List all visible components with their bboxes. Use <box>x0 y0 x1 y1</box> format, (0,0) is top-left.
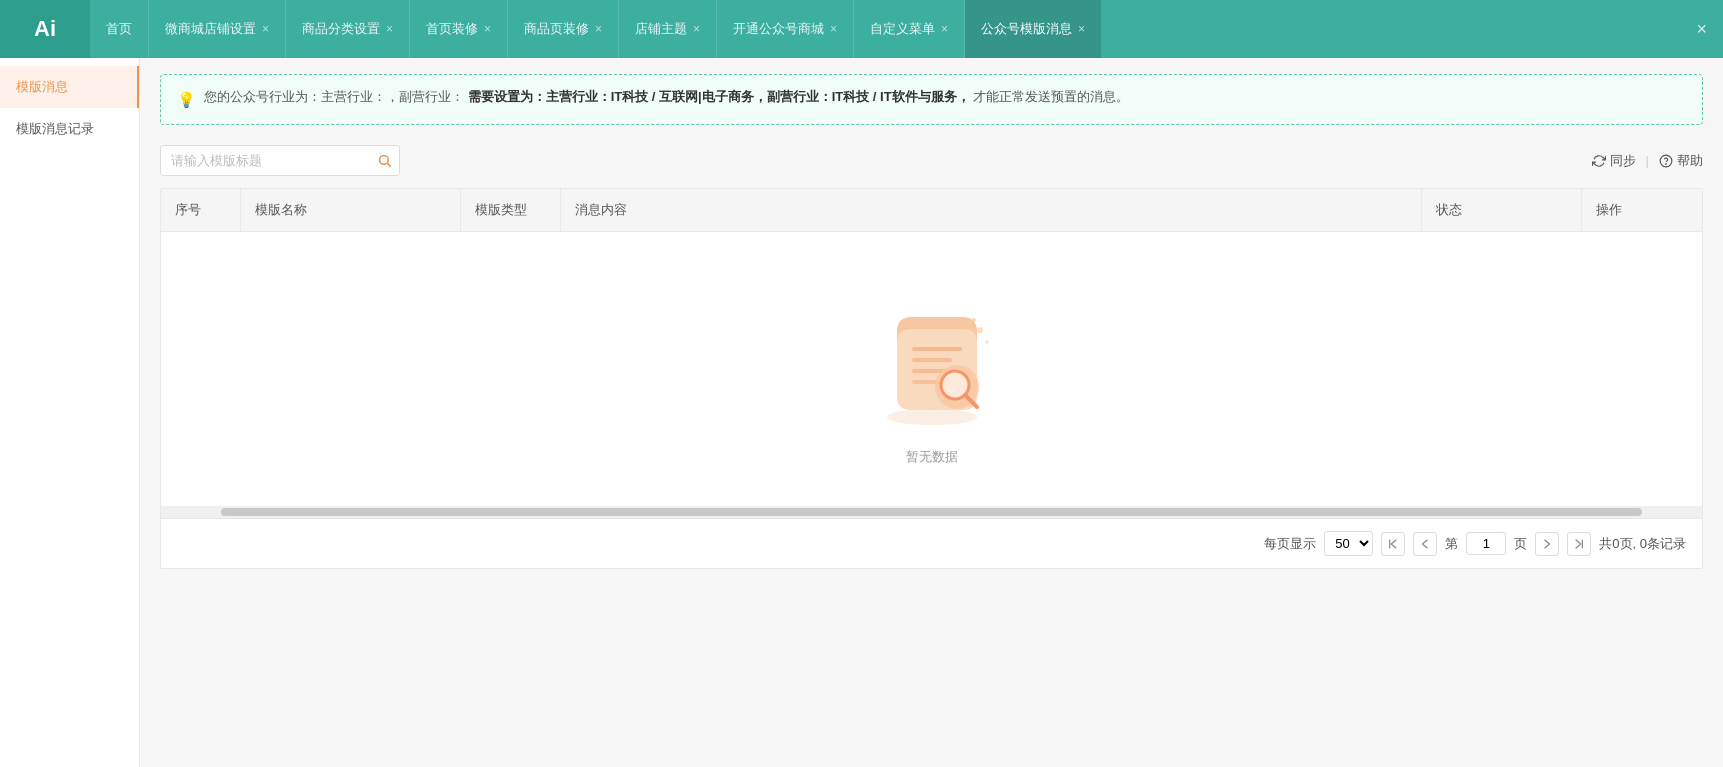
col-seq-header: 序号 <box>161 189 241 231</box>
page-size-select[interactable]: 50 <box>1324 531 1373 556</box>
nav-tab-微商城店铺设置[interactable]: 微商城店铺设置× <box>149 0 286 58</box>
page-label-post: 页 <box>1514 535 1527 553</box>
empty-state: 暂无数据 <box>161 232 1702 506</box>
table-header: 序号 模版名称 模版类型 消息内容 状态 操作 <box>161 189 1702 232</box>
nav-tab-开通公众号商城[interactable]: 开通公众号商城× <box>717 0 854 58</box>
sync-button[interactable]: 同步 <box>1592 152 1636 170</box>
nav-tab-list: 首页微商城店铺设置×商品分类设置×首页装修×商品页装修×店铺主题×开通公众号商城… <box>90 0 1680 58</box>
nav-tab-公众号模版消息[interactable]: 公众号模版消息× <box>965 0 1102 58</box>
tab-close-button[interactable]: × <box>1078 22 1085 36</box>
search-bar: 同步 | 帮助 <box>160 145 1703 176</box>
help-button[interactable]: 帮助 <box>1659 152 1703 170</box>
empty-text: 暂无数据 <box>906 448 958 466</box>
close-all-tabs-button[interactable]: × <box>1680 0 1723 58</box>
notice-banner: 💡 您的公众号行业为：主营行业：，副营行业： 需要设置为：主营行业：IT科技 /… <box>160 74 1703 125</box>
col-type-header: 模版类型 <box>461 189 561 231</box>
page-number-input[interactable] <box>1466 532 1506 555</box>
search-button[interactable] <box>377 153 392 168</box>
nav-tab-商品分类设置[interactable]: 商品分类设置× <box>286 0 410 58</box>
svg-rect-5 <box>912 347 962 351</box>
content-area: 💡 您的公众号行业为：主营行业：，副营行业： 需要设置为：主营行业：IT科技 /… <box>140 58 1723 767</box>
page-label-pre: 第 <box>1445 535 1458 553</box>
pagination: 每页显示 50 第 页 共0页, 0条记录 <box>161 518 1702 568</box>
svg-point-13 <box>977 327 983 333</box>
next-page-button[interactable] <box>1535 532 1559 556</box>
svg-line-1 <box>388 164 391 167</box>
page-size-label: 每页显示 <box>1264 535 1316 553</box>
nav-tab-首页[interactable]: 首页 <box>90 0 149 58</box>
col-action-header: 操作 <box>1582 189 1702 231</box>
help-icon <box>1659 154 1673 168</box>
svg-point-15 <box>972 318 976 322</box>
search-input[interactable] <box>160 145 400 176</box>
last-page-button[interactable] <box>1567 532 1591 556</box>
sync-icon <box>1592 154 1606 168</box>
svg-rect-6 <box>912 358 952 362</box>
data-table: 序号 模版名称 模版类型 消息内容 状态 操作 <box>160 188 1703 569</box>
tab-close-button[interactable]: × <box>595 22 602 36</box>
divider: | <box>1646 153 1649 168</box>
nav-tab-店铺主题[interactable]: 店铺主题× <box>619 0 717 58</box>
scrollbar-thumb[interactable] <box>221 508 1642 516</box>
toolbar-right: 同步 | 帮助 <box>1592 152 1703 170</box>
tab-close-button[interactable]: × <box>941 22 948 36</box>
sidebar: 模版消息模版消息记录 <box>0 58 140 767</box>
empty-illustration <box>862 292 1002 432</box>
tab-close-button[interactable]: × <box>830 22 837 36</box>
tab-close-button[interactable]: × <box>386 22 393 36</box>
svg-point-14 <box>985 340 989 344</box>
notice-icon: 💡 <box>177 88 196 112</box>
nav-tab-自定义菜单[interactable]: 自定义菜单× <box>854 0 965 58</box>
tab-close-button[interactable]: × <box>484 22 491 36</box>
tab-close-button[interactable]: × <box>262 22 269 36</box>
svg-point-4 <box>887 409 977 425</box>
nav-tab-首页装修[interactable]: 首页装修× <box>410 0 508 58</box>
col-name-header: 模版名称 <box>241 189 461 231</box>
svg-point-0 <box>380 156 389 165</box>
sidebar-item-模版消息[interactable]: 模版消息 <box>0 66 139 108</box>
top-navigation: Ai 首页微商城店铺设置×商品分类设置×首页装修×商品页装修×店铺主题×开通公众… <box>0 0 1723 58</box>
tab-close-button[interactable]: × <box>693 22 700 36</box>
nav-tab-商品页装修[interactable]: 商品页装修× <box>508 0 619 58</box>
col-content-header: 消息内容 <box>561 189 1422 231</box>
notice-text: 您的公众号行业为：主营行业：，副营行业： 需要设置为：主营行业：IT科技 / 互… <box>204 87 1129 108</box>
main-layout: 模版消息模版消息记录 💡 您的公众号行业为：主营行业：，副营行业： 需要设置为：… <box>0 58 1723 767</box>
page-total: 共0页, 0条记录 <box>1599 535 1686 553</box>
col-status-header: 状态 <box>1422 189 1582 231</box>
first-page-button[interactable] <box>1381 532 1405 556</box>
prev-page-button[interactable] <box>1413 532 1437 556</box>
sidebar-item-模版消息记录[interactable]: 模版消息记录 <box>0 108 139 150</box>
sync-label: 同步 <box>1610 152 1636 170</box>
help-label: 帮助 <box>1677 152 1703 170</box>
search-input-wrap <box>160 145 400 176</box>
horizontal-scrollbar[interactable] <box>161 506 1702 518</box>
app-logo: Ai <box>0 0 90 58</box>
